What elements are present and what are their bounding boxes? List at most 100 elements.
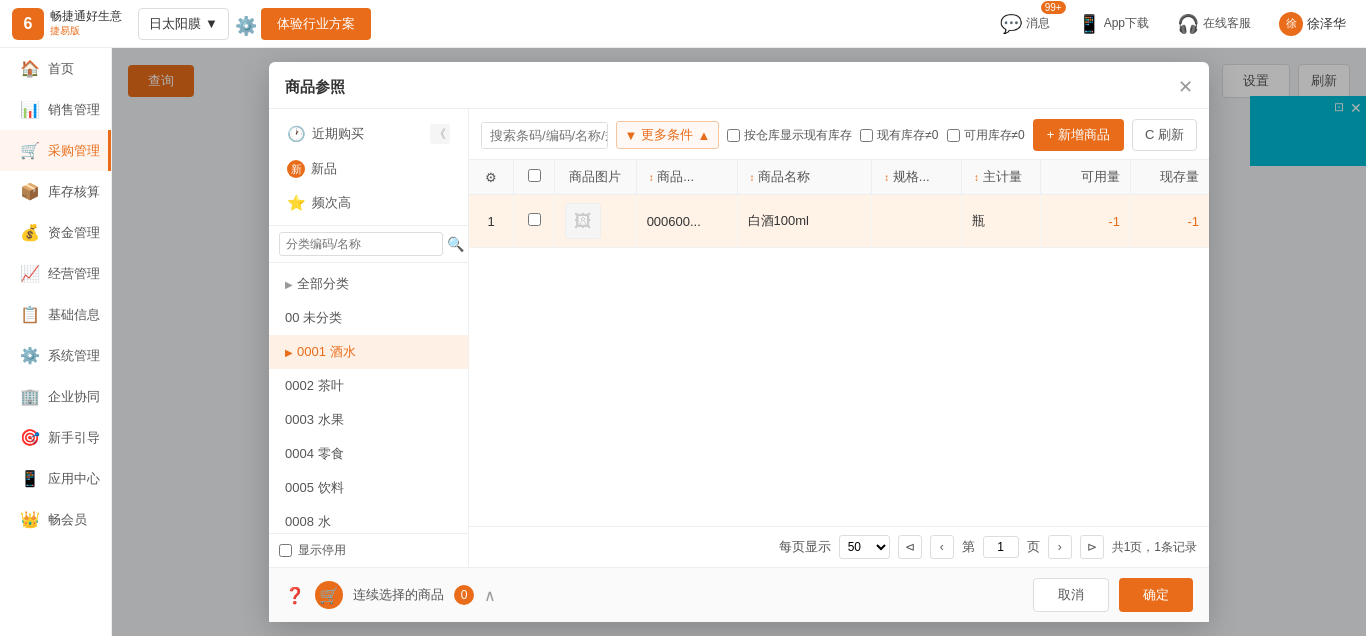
per-page-label: 每页显示 <box>779 538 831 556</box>
cat-item-all[interactable]: ▶ 全部分类 <box>269 267 468 301</box>
sidebar-item-purchase[interactable]: 🛒 采购管理 <box>0 130 111 171</box>
product-search-bar: 🔍 <box>481 122 608 149</box>
show-disabled-label: 显示停用 <box>298 542 346 559</box>
confirm-btn[interactable]: 确定 <box>1119 578 1193 612</box>
app-download-btn[interactable]: 📱 App下载 <box>1070 7 1157 41</box>
collapse-left-btn[interactable]: 《 <box>430 124 450 144</box>
cancel-btn[interactable]: 取消 <box>1033 578 1109 612</box>
modal-overlay: 商品参照 ✕ 🕐 近期购买 《 新 <box>112 48 1366 636</box>
row-seq: 1 <box>469 195 514 248</box>
warehouse-checkbox[interactable] <box>727 129 740 142</box>
left-panel: 🕐 近期购买 《 新 新品 ⭐ 频次高 <box>269 109 469 567</box>
modal-body: 🕐 近期购买 《 新 新品 ⭐ 频次高 <box>269 109 1209 567</box>
left-panel-bottom: 显示停用 <box>269 533 468 567</box>
cat-item-beverage[interactable]: 0005 饮料 <box>269 471 468 505</box>
row-checkbox[interactable] <box>514 195 554 248</box>
row-stock: -1 <box>1130 195 1209 248</box>
row-select-checkbox[interactable] <box>528 213 541 226</box>
footer-left: ❓ 🛒 连续选择的商品 0 ∧ <box>285 581 496 609</box>
refresh-btn[interactable]: C 刷新 <box>1132 119 1197 151</box>
usable-stock-filter[interactable]: 可用库存≠0 <box>947 127 1025 144</box>
sidebar-item-finance[interactable]: 💰 资金管理 <box>0 212 111 253</box>
sidebar-item-basic[interactable]: 📋 基础信息 <box>0 294 111 335</box>
sidebar-item-operation[interactable]: 📈 经营管理 <box>0 253 111 294</box>
row-available: -1 <box>1041 195 1131 248</box>
sidebar-item-sales[interactable]: 📊 销售管理 <box>0 89 111 130</box>
logo-name: 畅捷通好生意 <box>50 9 122 25</box>
help-icon[interactable]: ❓ <box>285 586 305 605</box>
logo-sub: 捷易版 <box>50 24 122 38</box>
sidebar-item-guide[interactable]: 🎯 新手引导 <box>0 417 111 458</box>
add-product-btn[interactable]: + 新增商品 <box>1033 119 1124 151</box>
product-search-input[interactable] <box>482 123 608 148</box>
quick-recent[interactable]: 🕐 近期购买 《 <box>279 119 458 149</box>
sidebar: 🏠 首页 📊 销售管理 🛒 采购管理 📦 库存核算 💰 资金管理 📈 经营管理 … <box>0 48 112 636</box>
warehouse-stock-filter[interactable]: 按仓库显示现有库存 <box>727 127 852 144</box>
product-image: 🖼 <box>565 203 601 239</box>
modal-title: 商品参照 <box>285 78 345 97</box>
sidebar-item-system[interactable]: ⚙️ 系统管理 <box>0 335 111 376</box>
selection-count: 0 <box>454 585 474 605</box>
modal-footer: ❓ 🛒 连续选择的商品 0 ∧ 取消 确定 <box>269 567 1209 622</box>
row-spec <box>872 195 962 248</box>
row-unit: 瓶 <box>961 195 1040 248</box>
cat-item-tea[interactable]: 0002 茶叶 <box>269 369 468 403</box>
pagination-bar: 每页显示 50 100 200 ⊲ ‹ 第 页 › <box>469 526 1209 567</box>
logo-icon: 6 <box>12 8 44 40</box>
cat-item-snack[interactable]: 0004 零食 <box>269 437 468 471</box>
last-page-btn[interactable]: ⊳ <box>1080 535 1104 559</box>
col-code-header[interactable]: ↕ 商品... <box>636 160 737 195</box>
cat-item-fruit[interactable]: 0003 水果 <box>269 403 468 437</box>
page-input[interactable] <box>983 536 1019 558</box>
quick-frequent[interactable]: ⭐ 频次高 <box>279 189 458 217</box>
select-all-checkbox[interactable] <box>528 169 541 182</box>
right-toolbar: 🔍 ▼ 更多条件 ▲ 按仓库显示现有库存 <box>469 109 1209 160</box>
sidebar-item-member[interactable]: 👑 畅会员 <box>0 499 111 540</box>
product-table-wrap: ⚙ 商品图片 ↕ 商品... <box>469 160 1209 526</box>
product-table: ⚙ 商品图片 ↕ 商品... <box>469 160 1209 248</box>
per-page-select[interactable]: 50 100 200 <box>839 535 890 559</box>
modal-close-btn[interactable]: ✕ <box>1178 76 1193 98</box>
usable-checkbox[interactable] <box>947 129 960 142</box>
cat-item-water[interactable]: 0008 水 <box>269 505 468 533</box>
service-btn[interactable]: 🎧 在线客服 <box>1169 7 1259 41</box>
category-list: ▶ 全部分类 00 未分类 ▶ 0001 酒水 0002 茶 <box>269 263 468 533</box>
col-settings: ⚙ <box>469 160 514 195</box>
table-row[interactable]: 1 🖼 000600... 白酒100ml <box>469 195 1209 248</box>
next-page-btn[interactable]: › <box>1048 535 1072 559</box>
sidebar-item-home[interactable]: 🏠 首页 <box>0 48 111 89</box>
settings-icon[interactable]: ⚙️ <box>235 15 253 33</box>
quick-new[interactable]: 新 新品 <box>279 155 458 183</box>
page-word2: 页 <box>1027 538 1040 556</box>
collapse-footer-icon[interactable]: ∧ <box>484 586 496 605</box>
sidebar-item-collab[interactable]: 🏢 企业协同 <box>0 376 111 417</box>
first-page-btn[interactable]: ⊲ <box>898 535 922 559</box>
cart-icon[interactable]: 🛒 <box>315 581 343 609</box>
sidebar-item-apps[interactable]: 📱 应用中心 <box>0 458 111 499</box>
col-img-header: 商品图片 <box>554 160 636 195</box>
available-checkbox[interactable] <box>860 129 873 142</box>
sidebar-item-inventory[interactable]: 📦 库存核算 <box>0 171 111 212</box>
messages-btn[interactable]: 💬 99+ 消息 <box>992 7 1058 41</box>
prev-page-btn[interactable]: ‹ <box>930 535 954 559</box>
user-avatar[interactable]: 徐 徐泽华 <box>1271 6 1354 42</box>
nav-dropdown[interactable]: 日太阳膜 ▼ <box>138 8 229 40</box>
col-checkbox-header[interactable] <box>514 160 554 195</box>
col-name-header[interactable]: ↕ 商品名称 <box>737 160 872 195</box>
available-stock-filter[interactable]: 现有库存≠0 <box>860 127 938 144</box>
cat-item-liquor[interactable]: ▶ 0001 酒水 <box>269 335 468 369</box>
footer-right: 取消 确定 <box>1033 578 1193 612</box>
row-img: 🖼 <box>554 195 636 248</box>
col-stock-header: 现存量 <box>1130 160 1209 195</box>
show-disabled-checkbox[interactable] <box>279 544 292 557</box>
col-spec-header[interactable]: ↕ 规格... <box>872 160 962 195</box>
category-search-input[interactable] <box>279 232 443 256</box>
trial-btn[interactable]: 体验行业方案 <box>261 8 371 40</box>
category-search-icon[interactable]: 🔍 <box>447 236 464 252</box>
right-panel: 🔍 ▼ 更多条件 ▲ 按仓库显示现有库存 <box>469 109 1209 567</box>
cat-item-uncategorized[interactable]: 00 未分类 <box>269 301 468 335</box>
more-conditions-btn[interactable]: ▼ 更多条件 ▲ <box>616 121 720 149</box>
col-unit-header[interactable]: ↕ 主计量 <box>961 160 1040 195</box>
row-name: 白酒100ml <box>737 195 872 248</box>
page-word: 第 <box>962 538 975 556</box>
